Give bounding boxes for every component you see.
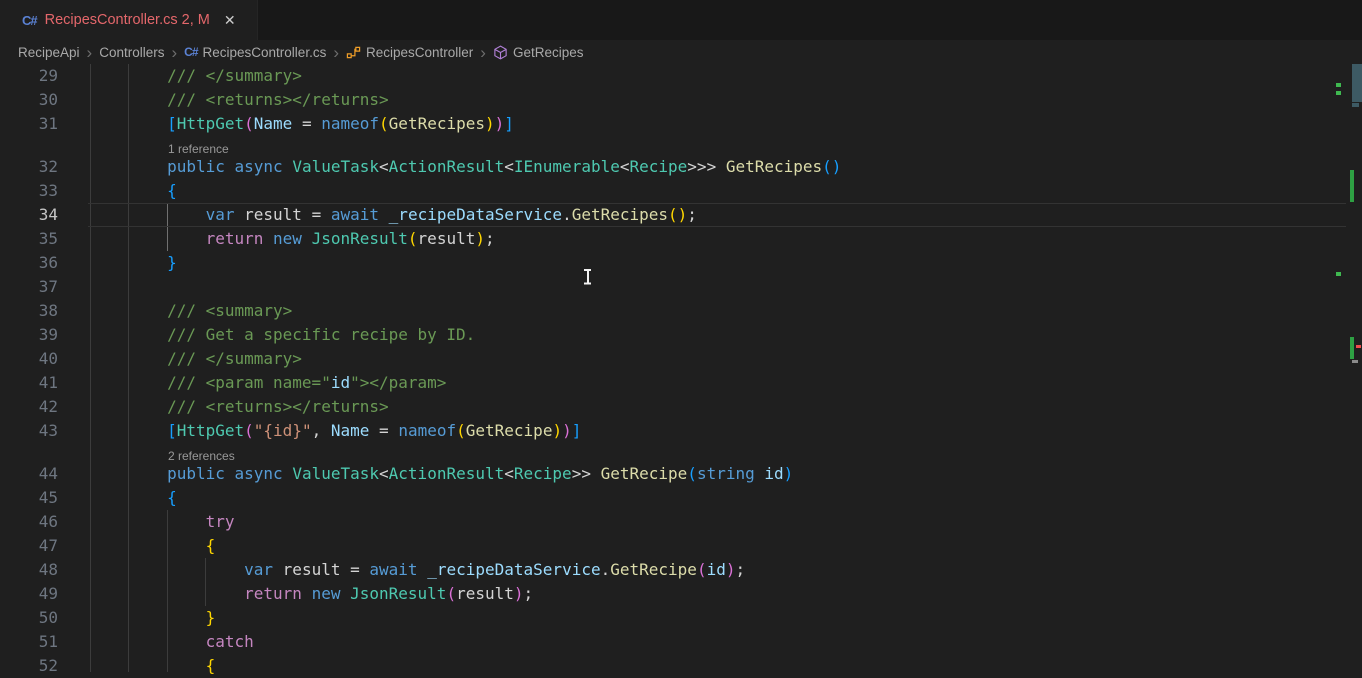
breadcrumb-item-method[interactable]: GetRecipes [493,45,584,60]
line-number[interactable]: 35 [0,227,58,251]
line-number[interactable]: 36 [0,251,58,275]
code-row[interactable]: 42 /// <returns></returns> [0,395,1362,419]
breadcrumb-label: RecipesController [366,45,473,60]
line-number[interactable]: 42 [0,395,58,419]
code-line: /// <returns></returns> [90,88,389,112]
line-number[interactable]: 32 [0,155,58,179]
code-line: /// <param name="id"></param> [90,371,446,395]
code-row[interactable]: 49 return new JsonResult(result); [0,582,1362,606]
code-rows: 29 /// </summary>30 /// <returns></retur… [0,64,1362,678]
tab-bar: C# RecipesController.cs 2, M ✕ [0,0,1362,40]
code-line: catch [90,630,254,654]
line-number[interactable]: 51 [0,630,58,654]
code-line: var result = await _recipeDataService.Ge… [90,558,745,582]
code-row[interactable]: 35 return new JsonResult(result); [0,227,1362,251]
code-row[interactable]: 29 /// </summary> [0,64,1362,88]
code-line: } [90,251,177,275]
code-line: var result = await _recipeDataService.Ge… [90,203,697,227]
line-number[interactable]: 29 [0,64,58,88]
code-row[interactable]: 48 var result = await _recipeDataService… [0,558,1362,582]
code-row[interactable]: 50 } [0,606,1362,630]
code-row[interactable]: 33 { [0,179,1362,203]
code-line: /// </summary> [90,347,302,371]
code-line: return new JsonResult(result); [90,227,495,251]
code-row[interactable]: 45 { [0,486,1362,510]
line-number[interactable]: 45 [0,486,58,510]
code-row[interactable]: 32 public async ValueTask<ActionResult<I… [0,155,1362,179]
chevron-right-icon: › [333,44,339,61]
code-row[interactable]: 43 [HttpGet("{id}", Name = nameof(GetRec… [0,419,1362,443]
chevron-right-icon: › [480,44,486,61]
code-line: { [90,534,215,558]
breadcrumb-label: GetRecipes [513,45,584,60]
line-number[interactable]: 31 [0,112,58,136]
tab-recipescontroller[interactable]: C# RecipesController.cs 2, M ✕ [0,0,258,40]
line-number[interactable]: 41 [0,371,58,395]
code-row[interactable]: 30 /// <returns></returns> [0,88,1362,112]
line-number[interactable]: 40 [0,347,58,371]
code-line: [HttpGet(Name = nameof(GetRecipes))] [90,112,514,136]
line-number[interactable]: 48 [0,558,58,582]
line-number[interactable]: 44 [0,462,58,486]
code-line: /// <summary> [90,299,292,323]
code-row[interactable]: 46 try [0,510,1362,534]
code-row[interactable]: 31 [HttpGet(Name = nameof(GetRecipes))] [0,112,1362,136]
breadcrumb-item-controllers[interactable]: Controllers [99,45,164,60]
breadcrumb-item-class[interactable]: RecipesController [346,45,473,60]
symbol-method-icon [493,45,508,60]
tab-label: RecipesController.cs 2, M [45,12,210,28]
breadcrumb-label: RecipeApi [18,45,80,60]
scrollbar-thumb[interactable] [1352,64,1362,102]
code-row[interactable]: 40 /// </summary> [0,347,1362,371]
line-number[interactable]: 33 [0,179,58,203]
codelens-row[interactable]: 1 reference [0,136,1362,155]
code-line: /// <returns></returns> [90,395,389,419]
csharp-file-icon: C# [184,45,197,59]
close-icon[interactable]: ✕ [224,12,236,29]
line-number[interactable]: 34 [0,203,58,227]
code-line: public async ValueTask<ActionResult<IEnu… [90,155,841,179]
code-line: /// Get a specific recipe by ID. [90,323,475,347]
chevron-right-icon: › [172,44,178,61]
line-number[interactable]: 49 [0,582,58,606]
line-number[interactable]: 30 [0,88,58,112]
code-line: { [90,654,215,678]
codelens-row[interactable]: 2 references [0,443,1362,462]
line-number[interactable]: 38 [0,299,58,323]
line-number[interactable]: 47 [0,534,58,558]
breadcrumb: RecipeApi › Controllers › C# RecipesCont… [0,40,1362,64]
code-line: public async ValueTask<ActionResult<Reci… [90,462,793,486]
code-row[interactable]: 52 { [0,654,1362,678]
line-number[interactable]: 52 [0,654,58,678]
breadcrumb-label: RecipesController.cs [203,45,327,60]
breadcrumb-item-recipeapi[interactable]: RecipeApi [18,45,80,60]
line-number[interactable]: 37 [0,275,58,299]
code-row[interactable]: 36 } [0,251,1362,275]
code-line: { [90,179,177,203]
symbol-class-icon [346,45,361,60]
code-row[interactable]: 39 /// Get a specific recipe by ID. [0,323,1362,347]
code-row[interactable]: 34 var result = await _recipeDataService… [0,203,1362,227]
line-number[interactable]: 50 [0,606,58,630]
code-row[interactable]: 38 /// <summary> [0,299,1362,323]
csharp-file-icon: C# [22,13,37,28]
code-row[interactable]: 37 [0,275,1362,299]
code-line: [HttpGet("{id}", Name = nameof(GetRecipe… [90,419,581,443]
code-line: return new JsonResult(result); [90,582,533,606]
code-line: { [90,486,177,510]
code-editor[interactable]: 29 /// </summary>30 /// <returns></retur… [0,64,1362,672]
line-number[interactable]: 43 [0,419,58,443]
code-line: } [90,606,215,630]
line-number[interactable]: 39 [0,323,58,347]
code-line: /// </summary> [90,64,302,88]
code-line: try [90,510,235,534]
breadcrumb-item-file[interactable]: C# RecipesController.cs [184,45,326,60]
line-number[interactable]: 46 [0,510,58,534]
code-row[interactable]: 47 { [0,534,1362,558]
code-row[interactable]: 44 public async ValueTask<ActionResult<R… [0,462,1362,486]
chevron-right-icon: › [87,44,93,61]
code-row[interactable]: 51 catch [0,630,1362,654]
breadcrumb-label: Controllers [99,45,164,60]
code-row[interactable]: 41 /// <param name="id"></param> [0,371,1362,395]
